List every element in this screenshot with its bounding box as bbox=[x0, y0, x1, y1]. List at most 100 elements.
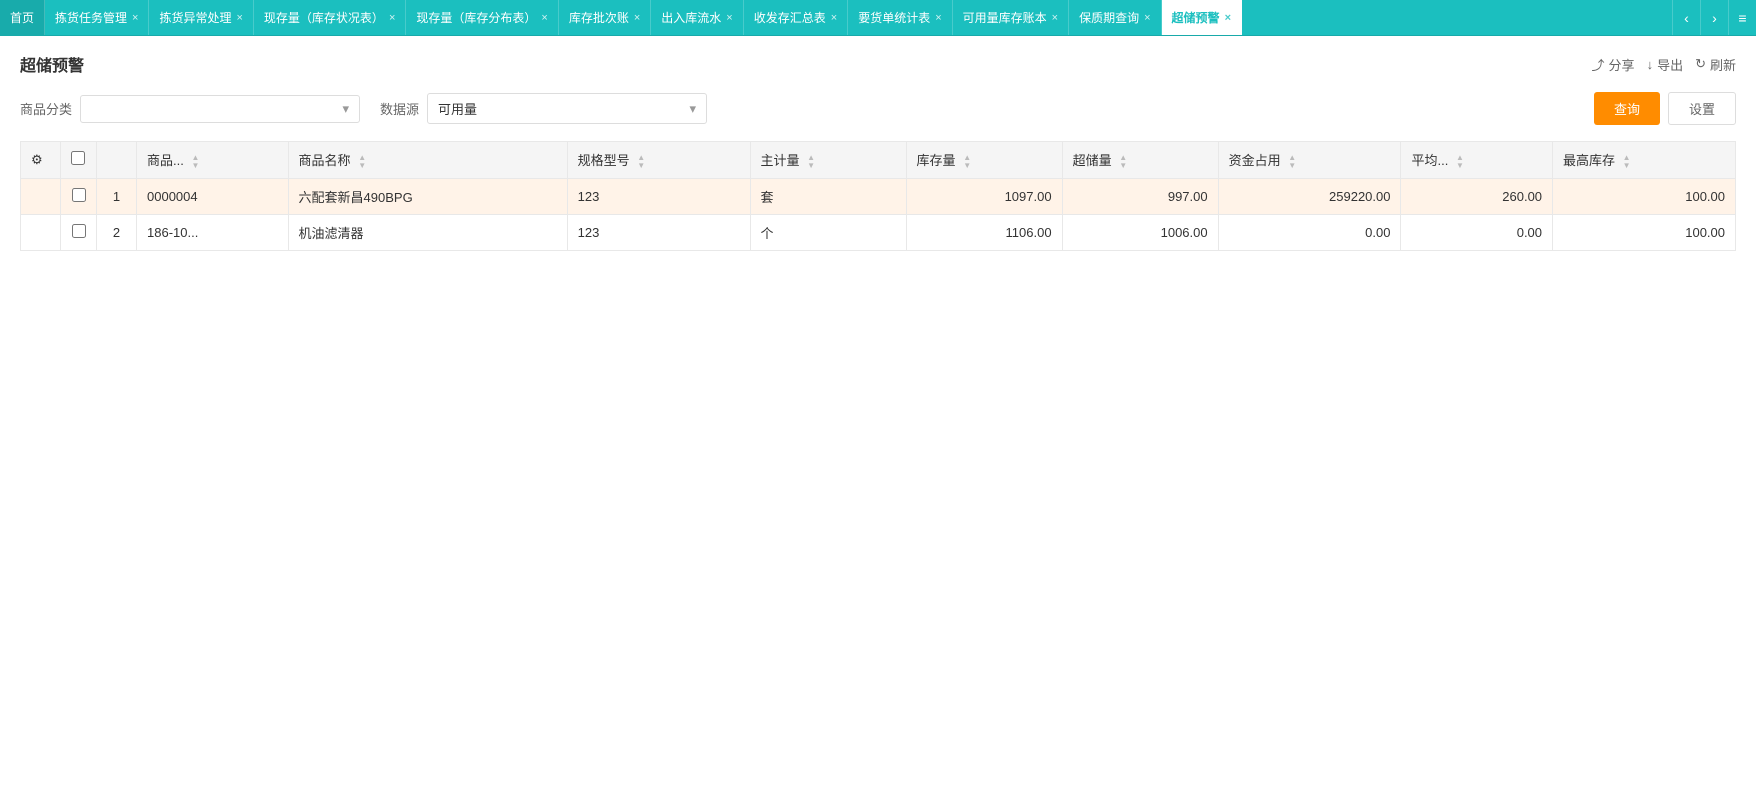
nav-batch-account[interactable]: 库存批次账 × bbox=[559, 0, 651, 35]
sort-over-stock-icon: ▲▼ bbox=[1119, 154, 1127, 170]
sort-avg-icon: ▲▼ bbox=[1456, 154, 1464, 170]
category-dropdown-icon: ▾ bbox=[342, 101, 349, 117]
nav-avail-ledger[interactable]: 可用量库存账本 × bbox=[953, 0, 1069, 35]
row-goods-code-1: 186-10... bbox=[137, 214, 289, 250]
row-num-0: 1 bbox=[97, 178, 137, 214]
settings-button[interactable]: 设置 bbox=[1668, 92, 1736, 125]
nav-scroll-left[interactable]: ‹ bbox=[1672, 0, 1700, 36]
header-actions: ⤴ 分享 ↓ 导出 ↻ 刷新 bbox=[1592, 55, 1736, 74]
col-index bbox=[97, 142, 137, 179]
close-overstock-warning[interactable]: × bbox=[1225, 12, 1231, 24]
row-checkbox-1[interactable] bbox=[61, 214, 97, 250]
row-max-stock-0: 100.00 bbox=[1553, 178, 1736, 214]
table-row: 1 0000004 六配套新昌490BPG 123 套 1097.00 997.… bbox=[21, 178, 1736, 214]
close-order-stats[interactable]: × bbox=[935, 12, 941, 24]
col-capital-used[interactable]: 资金占用 ▲▼ bbox=[1218, 142, 1401, 179]
col-over-stock[interactable]: 超储量 ▲▼ bbox=[1062, 142, 1218, 179]
col-unit[interactable]: 主计量 ▲▼ bbox=[750, 142, 906, 179]
datasource-select[interactable]: 可用量 ▾ bbox=[427, 93, 707, 124]
nav-overstock-warning[interactable]: 超储预警 × bbox=[1162, 0, 1242, 35]
col-spec[interactable]: 规格型号 ▲▼ bbox=[567, 142, 750, 179]
row-num-1: 2 bbox=[97, 214, 137, 250]
row-capital-used-0: 259220.00 bbox=[1218, 178, 1401, 214]
table-row: 2 186-10... 机油滤清器 123 个 1106.00 1006.00 … bbox=[21, 214, 1736, 250]
close-stock-dist[interactable]: × bbox=[541, 12, 547, 24]
share-button[interactable]: ⤴ 分享 bbox=[1592, 55, 1635, 74]
close-pick-exception[interactable]: × bbox=[236, 12, 242, 24]
category-filter: 商品分类 ▾ bbox=[20, 95, 360, 123]
share-icon: ⤴ bbox=[1592, 55, 1605, 74]
query-button[interactable]: 查询 bbox=[1594, 92, 1660, 125]
nav-pick-exception[interactable]: 拣货异常处理 × bbox=[149, 0, 253, 35]
row-spec-0: 123 bbox=[567, 178, 750, 214]
datasource-filter: 数据源 可用量 ▾ bbox=[380, 93, 707, 124]
col-goods-code[interactable]: 商品... ▲▼ bbox=[137, 142, 289, 179]
nav-expiry-query[interactable]: 保质期查询 × bbox=[1069, 0, 1161, 35]
row-over-stock-1: 1006.00 bbox=[1062, 214, 1218, 250]
datasource-select-value: 可用量 bbox=[438, 99, 477, 118]
col-gear[interactable]: ⚙ bbox=[21, 142, 61, 179]
page-title: 超储预警 bbox=[20, 52, 84, 76]
row-gear-1 bbox=[21, 214, 61, 250]
nav-recv-summary[interactable]: 收发存汇总表 × bbox=[744, 0, 848, 35]
row-spec-1: 123 bbox=[567, 214, 750, 250]
row-goods-name-1: 机油滤清器 bbox=[288, 214, 567, 250]
row-max-stock-1: 100.00 bbox=[1553, 214, 1736, 250]
close-batch-account[interactable]: × bbox=[634, 12, 640, 24]
select-all-checkbox[interactable] bbox=[71, 151, 85, 165]
table-header-row: ⚙ 商品... ▲▼ 商品名称 ▲▼ bbox=[21, 142, 1736, 179]
gear-icon: ⚙ bbox=[31, 152, 43, 167]
filter-row: 商品分类 ▾ 数据源 可用量 ▾ 查询 设置 bbox=[20, 92, 1736, 125]
row-stock-0: 1097.00 bbox=[906, 178, 1062, 214]
nav-inout-flow[interactable]: 出入库流水 × bbox=[651, 0, 743, 35]
row-select-0[interactable] bbox=[72, 188, 86, 202]
close-pick-task[interactable]: × bbox=[132, 12, 138, 24]
col-max-stock[interactable]: 最高库存 ▲▼ bbox=[1553, 142, 1736, 179]
nav-stock-status[interactable]: 现存量（库存状况表） × bbox=[254, 0, 406, 35]
nav-arrows: ‹ › ≡ bbox=[1672, 0, 1756, 36]
col-avg[interactable]: 平均... ▲▼ bbox=[1401, 142, 1553, 179]
close-inout-flow[interactable]: × bbox=[726, 12, 732, 24]
sort-capital-used-icon: ▲▼ bbox=[1288, 154, 1296, 170]
close-avail-ledger[interactable]: × bbox=[1052, 12, 1058, 24]
filter-actions: 查询 设置 bbox=[1594, 92, 1736, 125]
col-goods-name[interactable]: 商品名称 ▲▼ bbox=[288, 142, 567, 179]
col-stock[interactable]: 库存量 ▲▼ bbox=[906, 142, 1062, 179]
row-checkbox-0[interactable] bbox=[61, 178, 97, 214]
row-over-stock-0: 997.00 bbox=[1062, 178, 1218, 214]
nav-stock-dist[interactable]: 现存量（库存分布表） × bbox=[406, 0, 558, 35]
export-button[interactable]: ↓ 导出 bbox=[1647, 55, 1684, 74]
close-stock-status[interactable]: × bbox=[389, 12, 395, 24]
row-gear-0 bbox=[21, 178, 61, 214]
row-avg-0: 260.00 bbox=[1401, 178, 1553, 214]
sort-max-stock-icon: ▲▼ bbox=[1623, 154, 1631, 170]
row-goods-name-0: 六配套新昌490BPG bbox=[288, 178, 567, 214]
datasource-label: 数据源 bbox=[380, 99, 419, 118]
col-checkbox[interactable] bbox=[61, 142, 97, 179]
nav-menu-btn[interactable]: ≡ bbox=[1728, 0, 1756, 36]
row-capital-used-1: 0.00 bbox=[1218, 214, 1401, 250]
sort-goods-name-icon: ▲▼ bbox=[358, 154, 366, 170]
export-icon: ↓ bbox=[1647, 57, 1654, 72]
row-unit-1: 个 bbox=[750, 214, 906, 250]
row-select-1[interactable] bbox=[72, 224, 86, 238]
refresh-button[interactable]: ↻ 刷新 bbox=[1695, 55, 1736, 74]
close-recv-summary[interactable]: × bbox=[831, 12, 837, 24]
row-avg-1: 0.00 bbox=[1401, 214, 1553, 250]
category-label: 商品分类 bbox=[20, 99, 72, 118]
close-expiry-query[interactable]: × bbox=[1144, 12, 1150, 24]
page-content: 超储预警 ⤴ 分享 ↓ 导出 ↻ 刷新 商品分类 ▾ 数据源 bbox=[0, 36, 1756, 800]
nav-order-stats[interactable]: 要货单统计表 × bbox=[848, 0, 952, 35]
sort-stock-icon: ▲▼ bbox=[963, 154, 971, 170]
sort-unit-icon: ▲▼ bbox=[807, 154, 815, 170]
nav-home[interactable]: 首页 bbox=[0, 0, 45, 35]
sort-spec-icon: ▲▼ bbox=[637, 154, 645, 170]
row-goods-code-0: 0000004 bbox=[137, 178, 289, 214]
top-nav: 首页 拣货任务管理 × 拣货异常处理 × 现存量（库存状况表） × 现存量（库存… bbox=[0, 0, 1756, 36]
category-select[interactable]: ▾ bbox=[80, 95, 360, 123]
page-header: 超储预警 ⤴ 分享 ↓ 导出 ↻ 刷新 bbox=[20, 52, 1736, 76]
sort-goods-code-icon: ▲▼ bbox=[191, 154, 199, 170]
nav-scroll-right[interactable]: › bbox=[1700, 0, 1728, 36]
nav-pick-task[interactable]: 拣货任务管理 × bbox=[45, 0, 149, 35]
refresh-icon: ↻ bbox=[1695, 56, 1706, 72]
